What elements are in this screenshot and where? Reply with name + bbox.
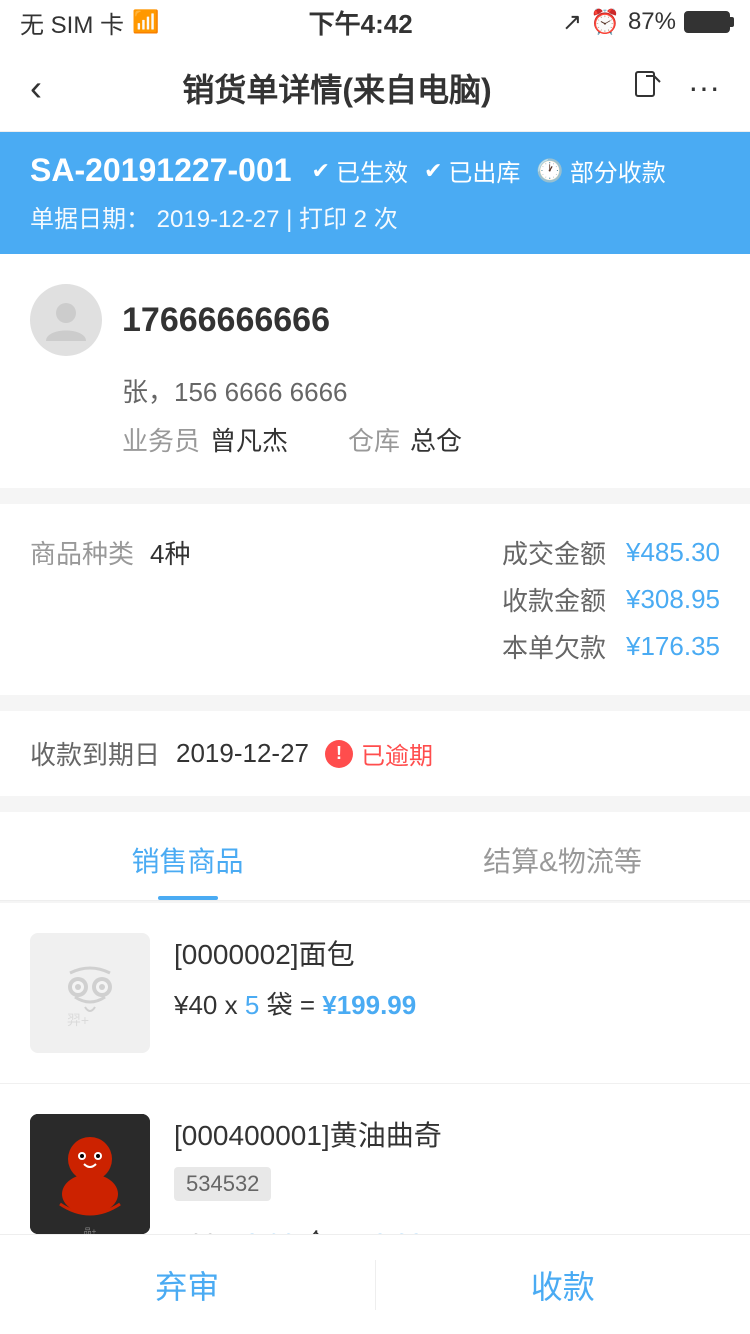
received-label: 收款金额 <box>502 581 606 618</box>
amount-row: 成交金额 ¥485.30 <box>502 534 720 571</box>
product-qty-1: 5 <box>245 990 259 1020</box>
tab-products[interactable]: 销售商品 <box>0 812 375 900</box>
overdue-section: 收款到期日 2019-12-27 ! 已逾期 <box>0 711 750 796</box>
owe-label: 本单欠款 <box>502 628 606 665</box>
alarm-icon: ⏰ <box>590 8 620 37</box>
customer-info-row: 张，156 6666 6666 <box>30 372 720 409</box>
product-info-1: [0000002]面包 ¥40 x 5 袋 = ¥199.99 <box>174 933 720 1022</box>
product-thumbnail-1: 羿+ <box>30 933 150 1053</box>
order-id: SA-20191227-001 <box>30 152 292 189</box>
staff-item: 业务员 曾凡杰 <box>122 421 288 458</box>
battery-bar <box>684 11 730 33</box>
amount-label: 成交金额 <box>502 534 606 571</box>
nav-bar: ‹ 销货单详情(来自电脑) ··· <box>0 44 750 132</box>
product-equals-1: = <box>300 990 322 1020</box>
date-separator: | <box>286 206 299 233</box>
status-bar: 无 SIM 卡 📶 下午4:42 ↗ ⏰ 87% <box>0 0 750 44</box>
order-date: 2019-12-27 <box>157 206 280 233</box>
status-badge-effected: ✔ 已生效 <box>312 153 408 188</box>
check-icon-2: ✔ <box>424 158 442 184</box>
tab-settlement[interactable]: 结算&物流等 <box>375 812 750 900</box>
customer-contact: 张，156 6666 6666 <box>122 377 348 407</box>
customer-section: 17666666666 张，156 6666 6666 业务员 曾凡杰 仓库 总… <box>0 254 750 488</box>
product-name-2: [000400001]黄油曲奇 <box>174 1114 720 1154</box>
print-info: 打印 2 次 <box>299 206 398 233</box>
product-thumbnail-2: 品+ <box>30 1114 150 1234</box>
product-price-1: ¥40 x 5 袋 = ¥199.99 <box>174 985 720 1022</box>
customer-staff-row: 业务员 曾凡杰 仓库 总仓 <box>30 421 720 458</box>
product-unit-1: 袋 <box>267 990 293 1020</box>
overdue-icon: ! <box>325 740 353 768</box>
received-row: 收款金额 ¥308.95 <box>502 581 720 618</box>
status-badges: ✔ 已生效 ✔ 已出库 🕐 部分收款 <box>312 153 666 188</box>
table-row: 羿+ [0000002]面包 ¥40 x 5 袋 = ¥199.99 <box>0 903 750 1084</box>
product-tag-2: 534532 <box>174 1167 271 1201</box>
nav-right-buttons: ··· <box>632 68 720 108</box>
product-unit-price-1: ¥40 <box>174 990 217 1020</box>
overdue-badge: ! 已逾期 <box>325 736 433 771</box>
wifi-icon: 📶 <box>132 9 159 35</box>
overdue-date: 2019-12-27 <box>176 738 309 769</box>
staff-label: 业务员 <box>122 421 200 458</box>
warehouse-label: 仓库 <box>348 421 400 458</box>
header-date-row: 单据日期： 2019-12-27 | 打印 2 次 <box>30 199 720 234</box>
product-list: 羿+ [0000002]面包 ¥40 x 5 袋 = ¥199.99 <box>0 903 750 1291</box>
status-left: 无 SIM 卡 📶 <box>20 5 159 40</box>
staff-name: 曾凡杰 <box>210 421 288 458</box>
page-title: 销货单详情(来自电脑) <box>182 65 491 111</box>
back-button[interactable]: ‹ <box>30 67 42 109</box>
status-effected-label: 已生效 <box>336 153 408 188</box>
status-partial-label: 部分收款 <box>570 153 666 188</box>
date-label: 单据日期： <box>30 206 150 233</box>
status-badge-shipped: ✔ 已出库 <box>424 153 520 188</box>
location-icon: ↗ <box>562 8 582 37</box>
category-label: 商品种类 <box>30 534 134 571</box>
customer-top: 17666666666 <box>30 284 720 356</box>
product-multiply-1: x <box>225 990 245 1020</box>
clock-icon: 🕐 <box>536 158 563 184</box>
status-time: 下午4:42 <box>309 4 413 41</box>
check-icon-1: ✔ <box>312 158 330 184</box>
more-button[interactable]: ··· <box>688 69 720 106</box>
carrier-text: 无 SIM 卡 <box>20 5 124 40</box>
svg-text:羿+: 羿+ <box>67 1012 89 1028</box>
customer-name: 17666666666 <box>122 301 330 340</box>
received-value: ¥308.95 <box>626 584 720 615</box>
warehouse-name: 总仓 <box>410 421 462 458</box>
tabs-section: 销售商品 结算&物流等 <box>0 812 750 901</box>
svg-text:品+: 品+ <box>84 1227 97 1234</box>
stats-category: 商品种类 4种 <box>30 534 190 571</box>
stats-amounts: 成交金额 ¥485.30 收款金额 ¥308.95 本单欠款 ¥176.35 <box>502 534 720 665</box>
tab-settlement-label: 结算&物流等 <box>483 846 642 877</box>
confirm-button[interactable]: 收款 <box>376 1242 750 1328</box>
overdue-text: 已逾期 <box>361 736 433 771</box>
customer-avatar <box>30 284 102 356</box>
share-button[interactable] <box>632 68 664 108</box>
header-top-row: SA-20191227-001 ✔ 已生效 ✔ 已出库 🕐 部分收款 <box>30 152 720 189</box>
product-total-1: ¥199.99 <box>322 990 416 1020</box>
product-name-1: [0000002]面包 <box>174 933 720 973</box>
stats-section: 商品种类 4种 成交金额 ¥485.30 收款金额 ¥308.95 本单欠款 ¥… <box>0 504 750 695</box>
overdue-label: 收款到期日 <box>30 735 160 772</box>
status-badge-partial: 🕐 部分收款 <box>536 153 665 188</box>
warehouse-item: 仓库 总仓 <box>348 421 462 458</box>
status-right: ↗ ⏰ 87% <box>562 8 730 37</box>
amount-value: ¥485.30 <box>626 537 720 568</box>
cancel-button[interactable]: 弃审 <box>0 1242 375 1328</box>
battery-text: 87% <box>628 8 676 36</box>
owe-value: ¥176.35 <box>626 631 720 662</box>
order-header: SA-20191227-001 ✔ 已生效 ✔ 已出库 🕐 部分收款 单据日期：… <box>0 132 750 254</box>
bottom-bar: 弃审 收款 <box>0 1234 750 1334</box>
category-value: 4种 <box>150 534 190 571</box>
status-shipped-label: 已出库 <box>448 153 520 188</box>
owe-row: 本单欠款 ¥176.35 <box>502 628 720 665</box>
tab-products-label: 销售商品 <box>131 846 243 877</box>
